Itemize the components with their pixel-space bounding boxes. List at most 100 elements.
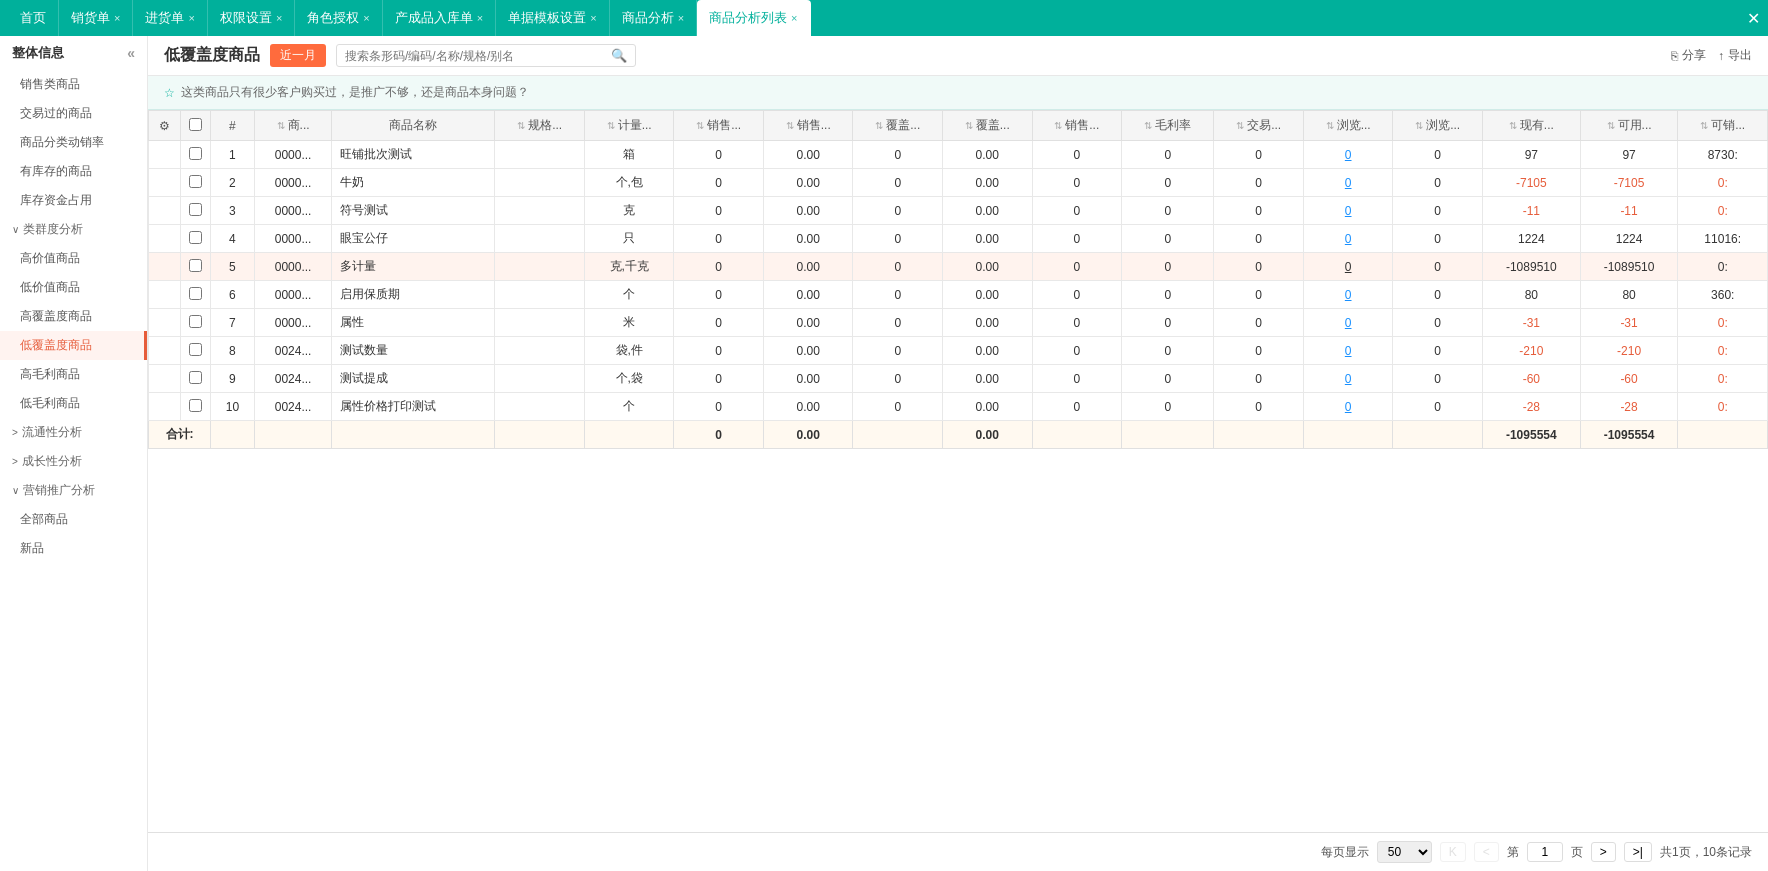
row-checkbox[interactable] [189,147,202,160]
prev-page-button[interactable]: < [1474,842,1499,862]
row-checkbox[interactable] [189,343,202,356]
nav-tab-analysis-list[interactable]: 商品分析列表× [697,0,810,36]
time-filter-button[interactable]: 近一月 [270,44,326,67]
nav-tab-analysis[interactable]: 商品分析× [610,0,697,36]
th-coverage2[interactable]: 覆盖... [943,111,1033,141]
current-page-input[interactable] [1527,842,1563,862]
th-sellable[interactable]: 可销... [1678,111,1768,141]
th-sales-x[interactable]: 销售... [1032,111,1122,141]
share-button[interactable]: ⎘ 分享 [1671,47,1706,64]
sidebar-item-high-coverage[interactable]: 高覆盖度商品 [0,302,147,331]
sidebar-item-new-goods[interactable]: 新品 [0,534,147,563]
page-size-select[interactable]: 50100200 [1377,841,1432,863]
row-browse1[interactable]: 0 [1303,309,1393,337]
close-icon-product-entry[interactable]: × [477,12,483,24]
row-checkbox[interactable] [189,287,202,300]
sidebar-item-stock-capital[interactable]: 库存资金占用 [0,186,147,215]
sidebar-item-high-value[interactable]: 高价值商品 [0,244,147,273]
row-checkbox[interactable] [189,203,202,216]
row-browse1[interactable]: 0 [1303,393,1393,421]
th-sales-amt[interactable]: 销售... [763,111,853,141]
nav-tab-home[interactable]: 首页 [8,0,59,36]
nav-tab-sales[interactable]: 销货单× [59,0,133,36]
nav-tab-role[interactable]: 角色授权× [295,0,382,36]
row-code: 0000... [254,225,332,253]
row-checkbox-cell[interactable] [181,337,211,365]
first-page-button[interactable]: K [1440,842,1466,862]
th-unit[interactable]: 计量... [584,111,674,141]
row-checkbox-cell[interactable] [181,197,211,225]
row-checkbox-cell[interactable] [181,281,211,309]
row-checkbox-cell[interactable] [181,393,211,421]
row-checkbox-cell[interactable] [181,141,211,169]
sidebar-item-traded-goods[interactable]: 交易过的商品 [0,99,147,128]
next-page-button[interactable]: > [1591,842,1616,862]
row-browse1[interactable]: 0 [1303,337,1393,365]
sidebar-header[interactable]: 整体信息 « [0,36,147,70]
row-browse1[interactable]: 0 [1303,197,1393,225]
row-checkbox[interactable] [189,371,202,384]
sidebar-group-类群度分析[interactable]: ∨类群度分析 [0,215,147,244]
close-icon-analysis[interactable]: × [678,12,684,24]
row-checkbox[interactable] [189,399,202,412]
th-coverage1[interactable]: 覆盖... [853,111,943,141]
sidebar-item-goods-category-rate[interactable]: 商品分类动销率 [0,128,147,157]
row-checkbox-cell[interactable] [181,253,211,281]
th-gross-rate[interactable]: 毛利率 [1122,111,1214,141]
close-icon-permission[interactable]: × [276,12,282,24]
close-icon-analysis-list[interactable]: × [791,12,797,24]
table-container[interactable]: ⚙ # 商... 商品名称 规格... 计量... 销售... 销售... [148,110,1768,832]
select-all-checkbox[interactable] [189,118,202,131]
sidebar-group-成长性分析[interactable]: >成长性分析 [0,447,147,476]
row-browse1[interactable]: 0 [1303,141,1393,169]
sidebar-item-low-profit[interactable]: 低毛利商品 [0,389,147,418]
row-checkbox-cell[interactable] [181,309,211,337]
row-browse1[interactable]: 0 [1303,253,1393,281]
row-checkbox-cell[interactable] [181,169,211,197]
sidebar-group-营销推广分析[interactable]: ∨营销推广分析 [0,476,147,505]
row-num: 5 [211,253,255,281]
nav-tab-product-entry[interactable]: 产成品入库单× [383,0,496,36]
row-browse1[interactable]: 0 [1303,169,1393,197]
close-icon-role[interactable]: × [363,12,369,24]
nav-tab-purchase[interactable]: 进货单× [133,0,207,36]
nav-tab-permission[interactable]: 权限设置× [208,0,295,36]
row-checkbox-cell[interactable] [181,225,211,253]
th-current-stock[interactable]: 现有... [1482,111,1580,141]
th-sales-qty[interactable]: 销售... [674,111,764,141]
col-settings-th[interactable]: ⚙ [149,111,181,141]
sidebar-item-stock-goods[interactable]: 有库存的商品 [0,157,147,186]
th-spec[interactable]: 规格... [495,111,585,141]
th-browse1[interactable]: 浏览... [1303,111,1393,141]
row-browse1[interactable]: 0 [1303,365,1393,393]
row-checkbox[interactable] [189,175,202,188]
close-icon-template[interactable]: × [590,12,596,24]
sidebar-item-all-goods[interactable]: 全部商品 [0,505,147,534]
row-checkbox[interactable] [189,315,202,328]
sidebar-item-sales-goods[interactable]: 销售类商品 [0,70,147,99]
nav-tab-template[interactable]: 单据模板设置× [496,0,609,36]
th-browse2[interactable]: 浏览... [1393,111,1483,141]
global-close-button[interactable]: ✕ [1747,9,1760,28]
sidebar-item-high-profit[interactable]: 高毛利商品 [0,360,147,389]
sidebar-collapse-icon[interactable]: « [127,45,135,61]
th-available[interactable]: 可用... [1580,111,1678,141]
close-icon-sales[interactable]: × [114,12,120,24]
close-icon-purchase[interactable]: × [188,12,194,24]
th-trade[interactable]: 交易... [1214,111,1304,141]
row-checkbox-cell[interactable] [181,365,211,393]
export-button[interactable]: ↑ 导出 [1718,47,1752,64]
search-icon[interactable]: 🔍 [611,48,627,63]
row-browse1[interactable]: 0 [1303,225,1393,253]
select-all-th[interactable] [181,111,211,141]
col-settings-icon[interactable]: ⚙ [159,119,170,133]
sidebar-group-流通性分析[interactable]: >流通性分析 [0,418,147,447]
last-page-button[interactable]: >| [1624,842,1652,862]
row-browse1[interactable]: 0 [1303,281,1393,309]
row-checkbox[interactable] [189,259,202,272]
row-checkbox[interactable] [189,231,202,244]
sidebar-item-low-coverage[interactable]: 低覆盖度商品 [0,331,147,360]
sidebar-item-low-value[interactable]: 低价值商品 [0,273,147,302]
search-input[interactable] [345,49,611,63]
th-code[interactable]: 商... [254,111,332,141]
